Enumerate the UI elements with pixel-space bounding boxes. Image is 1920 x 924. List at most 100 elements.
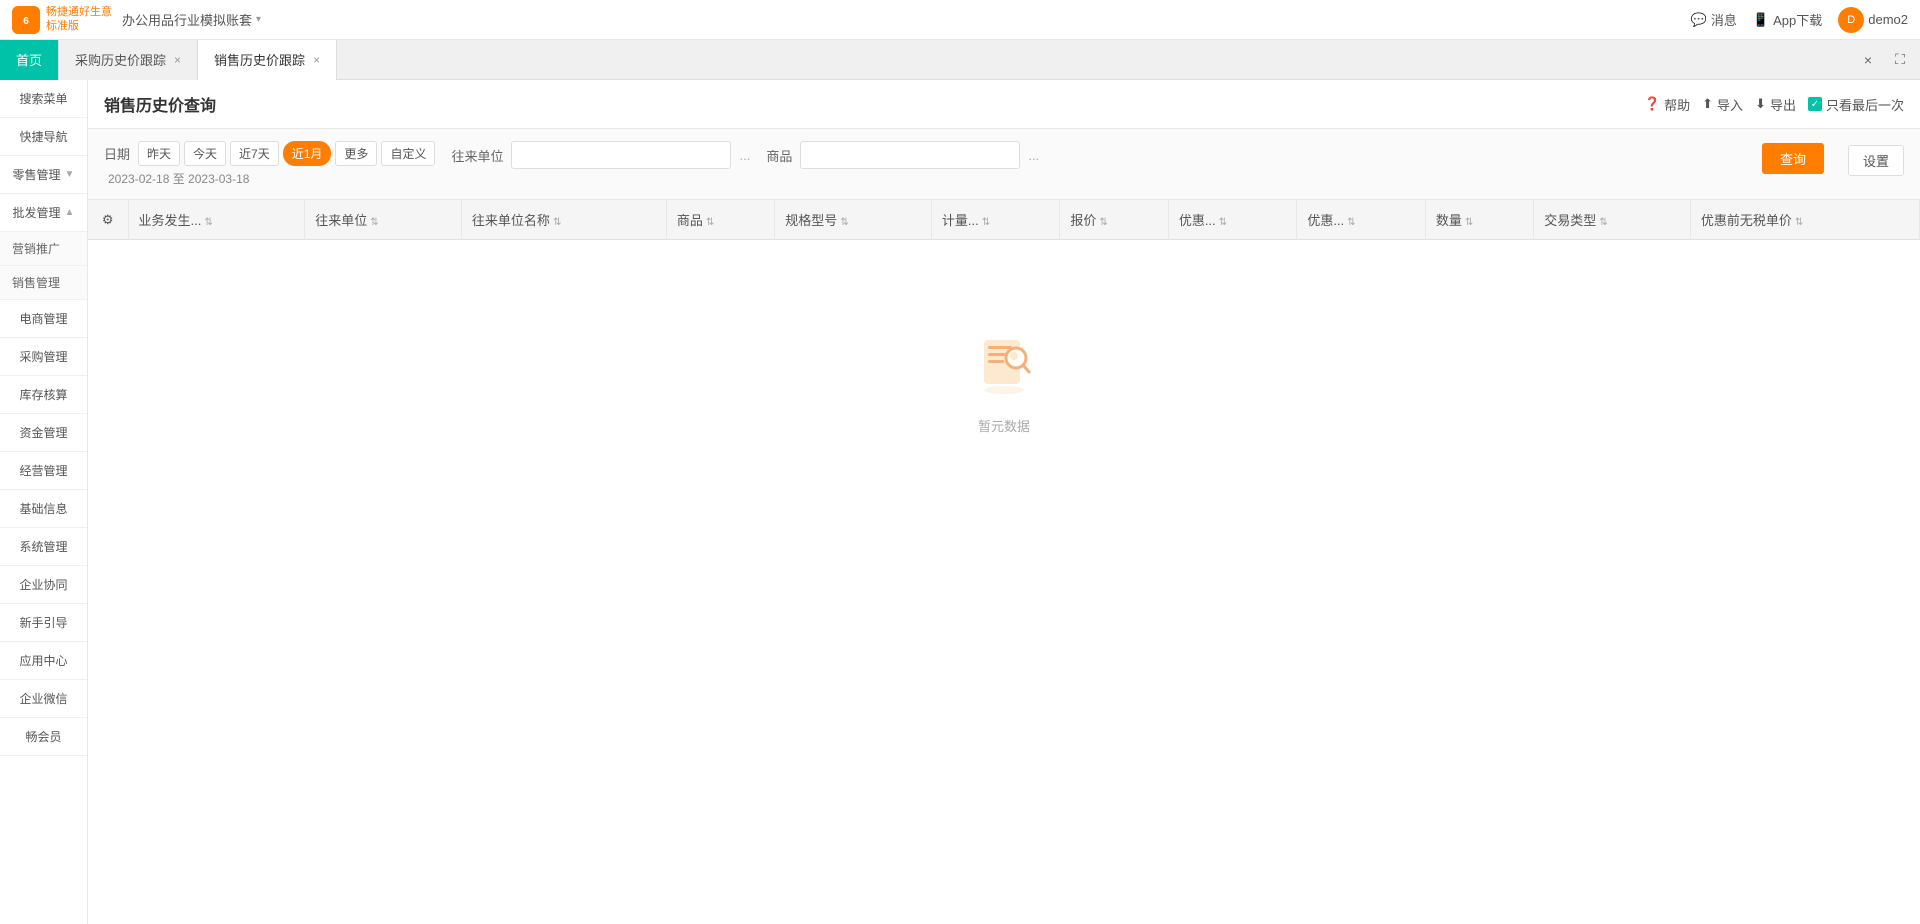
date-buttons: 昨天 今天 近7天 近1月 更多 自定义 bbox=[138, 141, 435, 166]
tab-home[interactable]: 首页 bbox=[0, 40, 59, 80]
tab-close-all-btn[interactable]: × bbox=[1856, 48, 1880, 72]
tab-bar: 首页 采购历史价跟踪 × 销售历史价跟踪 × × ⛶ bbox=[0, 40, 1920, 80]
product-dots[interactable]: ... bbox=[1028, 148, 1039, 163]
app-download-btn[interactable]: 📱 App下载 bbox=[1753, 10, 1822, 29]
tab-sales-history-close[interactable]: × bbox=[313, 53, 320, 67]
date-btn-last7[interactable]: 近7天 bbox=[230, 141, 279, 166]
app-title: 办公用品行业模拟账套 bbox=[122, 10, 252, 29]
sidebar-guide-label: 新手引导 bbox=[19, 614, 67, 631]
sidebar-retail-mgmt-label: 零售管理 bbox=[13, 166, 61, 183]
sort-icon-unit: ⇅ bbox=[982, 217, 990, 228]
tab-purchase-history-close[interactable]: × bbox=[174, 53, 181, 67]
sort-icon-discount2: ⇅ bbox=[1347, 217, 1355, 228]
settings-icon[interactable]: ⚙ bbox=[98, 212, 118, 228]
user-area[interactable]: D demo2 bbox=[1838, 7, 1908, 33]
sidebar-item-sales-mgmt[interactable]: 销售管理 bbox=[0, 266, 87, 300]
sidebar-item-marketing[interactable]: 营销推广 bbox=[0, 232, 87, 266]
th-quoted-price[interactable]: 报价⇅ bbox=[1060, 200, 1168, 240]
date-btn-more[interactable]: 更多 bbox=[335, 141, 377, 166]
sidebar-item-inventory[interactable]: 库存核算 bbox=[0, 376, 87, 414]
message-btn[interactable]: 💬 消息 bbox=[1691, 10, 1737, 29]
table-container: ⚙ 业务发生...⇅ 往来单位⇅ 往来单位名称⇅ 商品⇅ bbox=[88, 200, 1920, 924]
settings-btn[interactable]: 设置 bbox=[1848, 145, 1904, 176]
sidebar-ecommerce-label: 电商管理 bbox=[19, 310, 67, 327]
date-filter-label: 日期 bbox=[104, 144, 130, 163]
only-last-checkbox[interactable]: ✓ 只看最后一次 bbox=[1808, 95, 1904, 114]
th-trade-type[interactable]: 交易类型⇅ bbox=[1534, 200, 1691, 240]
tab-purchase-history-label: 采购历史价跟踪 bbox=[75, 50, 166, 69]
sort-icon-pretax-price: ⇅ bbox=[1795, 217, 1803, 228]
logo-area: 6 畅捷通好生意 标准版 bbox=[12, 6, 112, 34]
checkbox-icon: ✓ bbox=[1808, 97, 1822, 111]
sidebar-system-mgmt-label: 系统管理 bbox=[19, 538, 67, 555]
date-btn-last1m[interactable]: 近1月 bbox=[283, 141, 332, 166]
sort-icon-quoted-price: ⇅ bbox=[1099, 217, 1107, 228]
import-btn[interactable]: ⬆ 导入 bbox=[1702, 95, 1743, 114]
date-btn-today[interactable]: 今天 bbox=[184, 141, 226, 166]
empty-state-text: 暂元数据 bbox=[978, 416, 1030, 435]
sidebar-operations-label: 经营管理 bbox=[19, 462, 67, 479]
sidebar-sales-mgmt-label: 销售管理 bbox=[12, 276, 60, 290]
logo-icon: 6 bbox=[12, 6, 40, 34]
sidebar-item-ecommerce[interactable]: 电商管理 bbox=[0, 300, 87, 338]
page-header-actions: ❓ 帮助 ⬆ 导入 ⬇ 导出 ✓ 只看最后一次 bbox=[1644, 95, 1904, 126]
export-btn[interactable]: ⬇ 导出 bbox=[1755, 95, 1796, 114]
th-discount1[interactable]: 优惠...⇅ bbox=[1168, 200, 1297, 240]
sidebar-purchase-mgmt-label: 采购管理 bbox=[19, 348, 67, 365]
th-discount2[interactable]: 优惠...⇅ bbox=[1297, 200, 1426, 240]
th-quantity[interactable]: 数量⇅ bbox=[1425, 200, 1533, 240]
sidebar-enterprise-collab-label: 企业协同 bbox=[19, 576, 67, 593]
filter-action-group: 查询 设置 bbox=[1762, 141, 1904, 176]
app-title-area[interactable]: 办公用品行业模拟账套 ▾ bbox=[122, 10, 261, 29]
th-spec[interactable]: 规格型号⇅ bbox=[775, 200, 932, 240]
tab-expand-btn[interactable]: ⛶ bbox=[1888, 48, 1912, 72]
sidebar-item-enterprise-collab[interactable]: 企业协同 bbox=[0, 566, 87, 604]
product-label: 商品 bbox=[766, 146, 792, 165]
help-btn[interactable]: ❓ 帮助 bbox=[1644, 95, 1690, 114]
counterparty-input[interactable] bbox=[511, 141, 731, 169]
date-btn-yesterday[interactable]: 昨天 bbox=[138, 141, 180, 166]
sidebar-app-center-label: 应用中心 bbox=[19, 652, 67, 669]
sort-icon-product: ⇅ bbox=[706, 217, 714, 228]
sidebar-item-basic-info[interactable]: 基础信息 bbox=[0, 490, 87, 528]
sidebar-item-vip[interactable]: 畅会员 bbox=[0, 718, 87, 756]
sidebar-item-retail-mgmt[interactable]: 零售管理 ▼ bbox=[0, 156, 87, 194]
date-btn-custom[interactable]: 自定义 bbox=[381, 141, 435, 166]
page-title: 销售历史价查询 bbox=[104, 92, 216, 128]
sidebar-item-wholesale-mgmt[interactable]: 批发管理 ▲ bbox=[0, 194, 87, 232]
sidebar-item-system-mgmt[interactable]: 系统管理 bbox=[0, 528, 87, 566]
sidebar-item-enterprise-wechat[interactable]: 企业微信 bbox=[0, 680, 87, 718]
counterparty-dots[interactable]: ... bbox=[739, 148, 750, 163]
th-counterparty[interactable]: 往来单位⇅ bbox=[305, 200, 462, 240]
sidebar-item-guide[interactable]: 新手引导 bbox=[0, 604, 87, 642]
empty-icon bbox=[964, 320, 1044, 400]
sidebar-item-purchase-mgmt[interactable]: 采购管理 bbox=[0, 338, 87, 376]
th-product[interactable]: 商品⇅ bbox=[666, 200, 774, 240]
th-settings[interactable]: ⚙ bbox=[88, 200, 128, 240]
search-btn[interactable]: 查询 bbox=[1762, 143, 1824, 174]
sidebar-item-quick-nav[interactable]: 快捷导航 bbox=[0, 118, 87, 156]
svg-text:6: 6 bbox=[23, 16, 29, 27]
sidebar-inventory-label: 库存核算 bbox=[19, 386, 67, 403]
th-counterparty-name[interactable]: 往来单位名称⇅ bbox=[461, 200, 666, 240]
sidebar-item-search-menu[interactable]: 搜索菜单 bbox=[0, 80, 87, 118]
sidebar-item-app-center[interactable]: 应用中心 bbox=[0, 642, 87, 680]
app-title-dropdown-icon[interactable]: ▾ bbox=[256, 14, 261, 25]
export-icon: ⬇ bbox=[1755, 96, 1766, 112]
sidebar: 搜索菜单 快捷导航 零售管理 ▼ 批发管理 ▲ 营销推广 销售管理 电商管理 采… bbox=[0, 80, 88, 924]
th-pretax-price[interactable]: 优惠前无税单价⇅ bbox=[1690, 200, 1919, 240]
sidebar-finance-label: 资金管理 bbox=[19, 424, 67, 441]
main-layout: 搜索菜单 快捷导航 零售管理 ▼ 批发管理 ▲ 营销推广 销售管理 电商管理 采… bbox=[0, 80, 1920, 924]
th-unit[interactable]: 计量...⇅ bbox=[931, 200, 1060, 240]
top-header: 6 畅捷通好生意 标准版 办公用品行业模拟账套 ▾ 💬 消息 📱 App下载 D… bbox=[0, 0, 1920, 40]
th-biz-date[interactable]: 业务发生...⇅ bbox=[128, 200, 305, 240]
product-input[interactable] bbox=[800, 141, 1020, 169]
logo-text: 畅捷通好生意 标准版 bbox=[46, 6, 112, 32]
message-icon: 💬 bbox=[1691, 12, 1707, 28]
sidebar-item-finance[interactable]: 资金管理 bbox=[0, 414, 87, 452]
sidebar-marketing-label: 营销推广 bbox=[12, 242, 60, 256]
tab-purchase-history[interactable]: 采购历史价跟踪 × bbox=[59, 40, 198, 80]
tab-sales-history[interactable]: 销售历史价跟踪 × bbox=[198, 40, 337, 80]
download-icon: 📱 bbox=[1753, 12, 1769, 28]
sidebar-item-operations[interactable]: 经营管理 bbox=[0, 452, 87, 490]
